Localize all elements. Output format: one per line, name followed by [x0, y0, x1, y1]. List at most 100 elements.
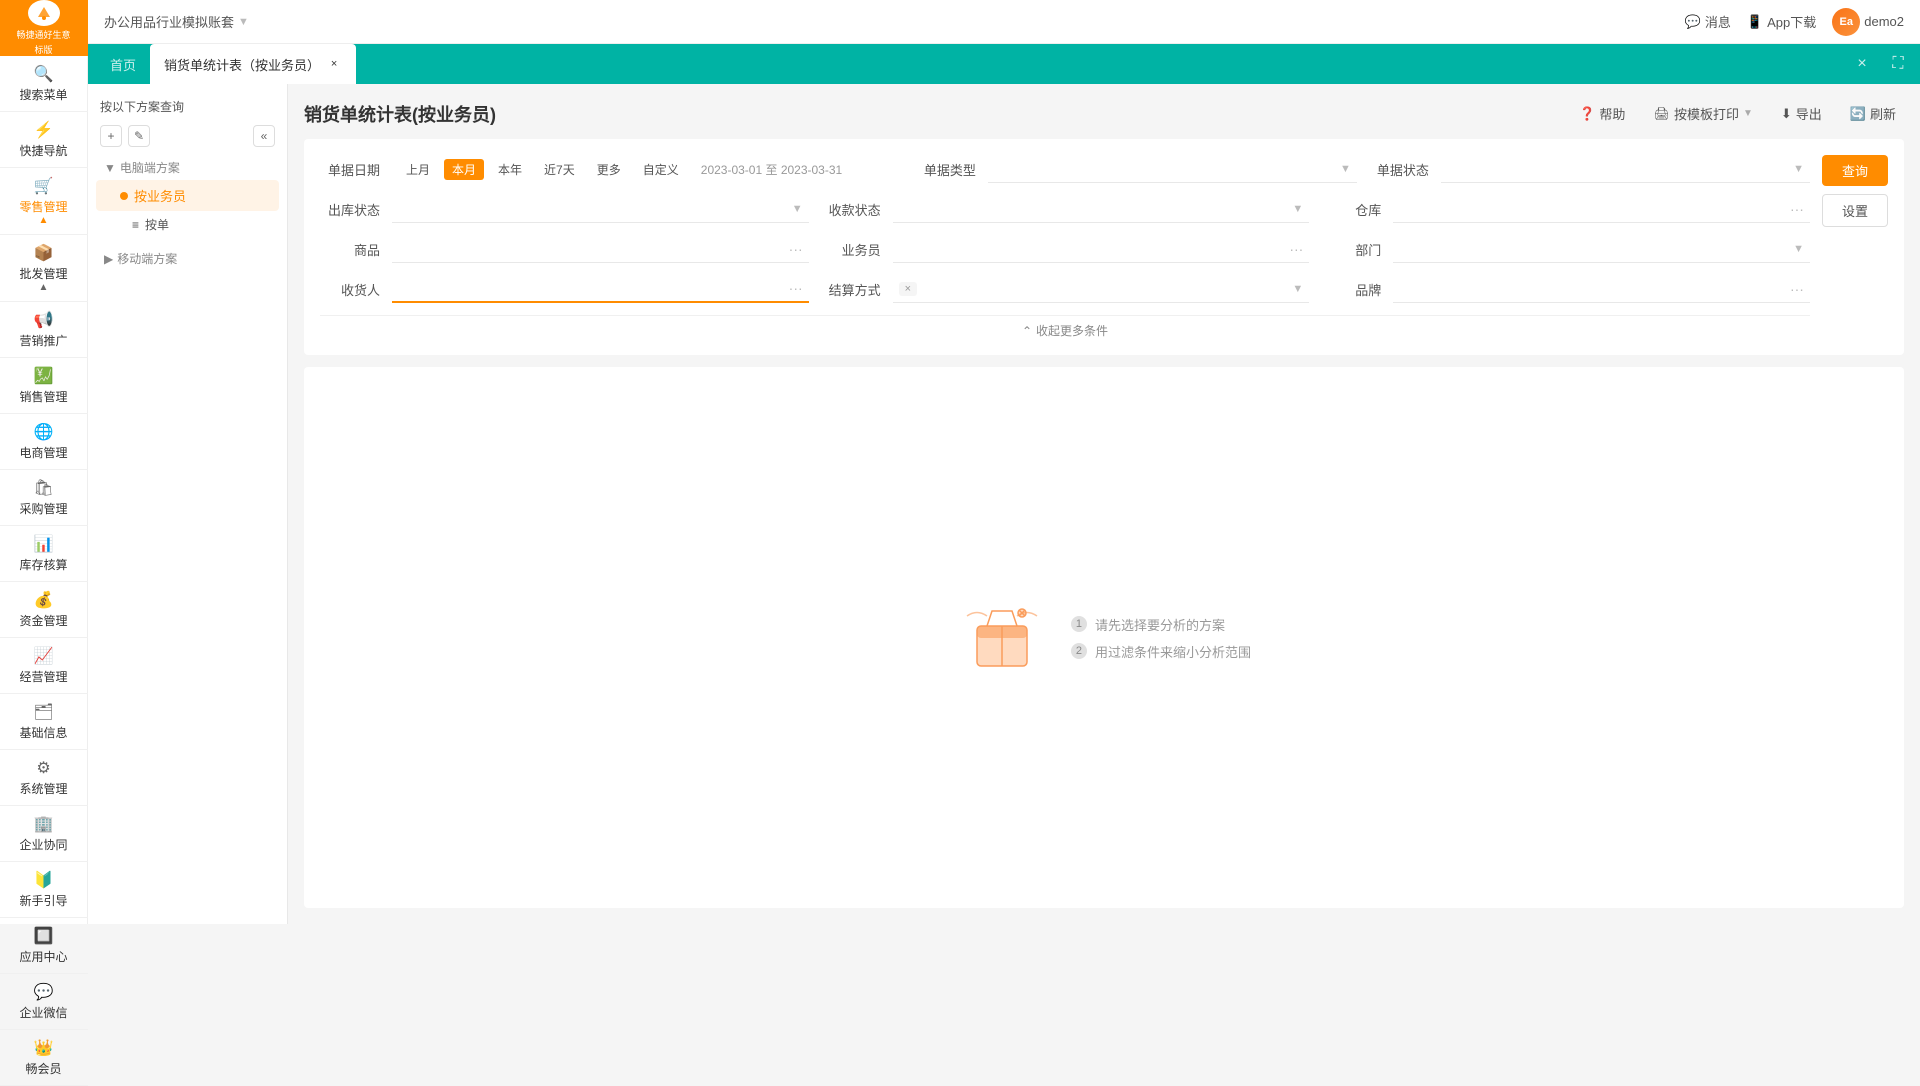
group2-label: ▶ 移动端方案 [96, 246, 279, 271]
sidebar-item-inventory[interactable]: 📊 库存核算 [0, 526, 88, 582]
goods-control[interactable]: ··· [392, 235, 809, 263]
brand-label: 品牌 [1321, 280, 1381, 299]
logo-icon [28, 0, 60, 26]
avatar-text: Ea [1840, 16, 1853, 28]
date-active-btn[interactable]: 本月 [444, 159, 484, 180]
receipt-status-control[interactable]: ▼ [893, 195, 1310, 223]
receiver-dots[interactable]: ··· [789, 280, 803, 296]
message-label: 消息 [1705, 12, 1731, 31]
dept-control[interactable]: ▼ [1393, 235, 1810, 263]
sidebar-item-company-label: 企业协同 [19, 836, 67, 853]
collapse-icon: ⌃ [1022, 324, 1032, 338]
sidebar-item-appstore[interactable]: 🔲 应用中心 [0, 918, 88, 974]
print-btn[interactable]: 🖨 按模板打印 ▼ [1645, 100, 1760, 127]
date-prev-btn[interactable]: 上月 [398, 159, 438, 180]
staff-control[interactable]: ··· [893, 235, 1310, 263]
receiver-control[interactable]: ··· [392, 275, 809, 303]
sidebar-item-quicknav[interactable]: ⚡ 快捷导航 [0, 112, 88, 168]
tabbar: 首页 销货单统计表（按业务员） × × ⛶ [88, 44, 1920, 84]
window-close-btn[interactable]: × [1848, 50, 1876, 78]
date-filter-control[interactable]: 上月 本月 本年 近7天 更多 自定义 2023-03-01 至 2023-03… [392, 155, 904, 183]
tab-home[interactable]: 首页 [96, 44, 150, 84]
window-expand-btn[interactable]: ⛶ [1884, 50, 1912, 78]
sidebar-item-business[interactable]: 📈 经营管理 [0, 638, 88, 694]
sidebar-item-retail[interactable]: 🛒 零售管理 ▲ [0, 168, 88, 235]
settle-tag: × [899, 282, 917, 296]
tip-item-2: 2 用过滤条件来缩小分析范围 [1071, 642, 1251, 661]
tab-sales-report[interactable]: 销货单统计表（按业务员） × [150, 44, 356, 84]
warehouse-dots[interactable]: ··· [1790, 201, 1804, 217]
date-year-btn[interactable]: 本年 [490, 159, 530, 180]
warehouse-control[interactable]: ··· [1393, 195, 1810, 223]
sidebar-item-retail-label: 零售管理 [19, 198, 67, 215]
sidebar-item-wholesale-label: 批发管理 [19, 265, 67, 282]
add-icon: + [107, 129, 114, 143]
refresh-btn[interactable]: 🔄 刷新 [1842, 100, 1904, 127]
account-switcher[interactable]: 办公用品行业模拟账套 ▼ [104, 12, 249, 31]
sidebar-item-base[interactable]: 🗂 基础信息 [0, 694, 88, 750]
edit-plan-btn[interactable]: ✎ [128, 125, 150, 147]
out-status-arrow: ▼ [792, 203, 803, 215]
filter-row-3: 商品 ··· 业务员 ··· 部门 ▼ [320, 235, 1810, 263]
plan-item-by-staff[interactable]: 按业务员 [96, 180, 279, 211]
sidebar-item-purchase[interactable]: 🛍 采购管理 [0, 470, 88, 526]
goods-dots[interactable]: ··· [789, 241, 803, 257]
out-status-control[interactable]: ▼ [392, 195, 809, 223]
app-download-btn[interactable]: 📱 App下载 [1747, 12, 1816, 31]
tab-sales-report-label: 销货单统计表（按业务员） [164, 55, 320, 74]
settings-btn[interactable]: 设置 [1822, 194, 1888, 227]
help-btn[interactable]: ❓ 帮助 [1571, 100, 1633, 127]
filter-row-2: 出库状态 ▼ 收款状态 ▼ 仓库 ··· [320, 195, 1810, 223]
staff-dots[interactable]: ··· [1289, 241, 1303, 257]
print-arrow: ▼ [1743, 108, 1753, 119]
message-btn[interactable]: 💬 消息 [1685, 12, 1731, 31]
dropdown-chevron-icon: ▼ [238, 16, 249, 28]
plan-item-staff-label: 按业务员 [134, 186, 186, 205]
date-custom-btn[interactable]: 自定义 [635, 159, 687, 180]
sidebar-item-sales[interactable]: 💹 销售管理 [0, 358, 88, 414]
sidebar-item-finance[interactable]: 💰 资金管理 [0, 582, 88, 638]
logo: 畅捷通好生意 标版 [0, 0, 88, 56]
collapse-more-btn[interactable]: ⌃ 收起更多条件 [320, 315, 1810, 339]
settle-control[interactable]: × ▼ [893, 275, 1310, 303]
left-panel: 按以下方案查询 + ✎ « ▼ 电脑端方案 [88, 84, 288, 924]
user-menu[interactable]: Ea demo2 [1832, 8, 1904, 36]
export-btn[interactable]: ⬇ 导出 [1773, 100, 1830, 127]
settle-tag-close[interactable]: × [905, 283, 911, 295]
collapse-panel-btn[interactable]: « [253, 125, 275, 147]
sidebar-item-system[interactable]: ⚙ 系统管理 [0, 750, 88, 806]
page-header: 销货单统计表(按业务员) ❓ 帮助 🖨 按模板打印 ▼ ⬇ 导出 [304, 100, 1904, 127]
tab-close-icon[interactable]: × [326, 56, 342, 72]
sidebar-item-search[interactable]: 🔍 搜索菜单 [0, 56, 88, 112]
date-more-btn[interactable]: 更多 [589, 159, 629, 180]
tip2-text: 用过滤条件来缩小分析范围 [1095, 642, 1251, 661]
sidebar-item-guide[interactable]: 🔰 新手引导 [0, 862, 88, 918]
doc-type-label: 单据类型 [916, 160, 976, 179]
dept-arrow: ▼ [1793, 243, 1804, 255]
doc-status-control[interactable]: ▼ [1441, 155, 1810, 183]
doc-type-control[interactable]: ▼ [988, 155, 1357, 183]
sidebar-item-wholesale[interactable]: 📦 批发管理 ▲ [0, 235, 88, 302]
refresh-icon: 🔄 [1850, 106, 1866, 122]
brand-control[interactable]: ··· [1393, 275, 1810, 303]
sidebar-item-marketing[interactable]: 📢 营销推广 [0, 302, 88, 358]
member-icon: 👑 [34, 1038, 54, 1058]
brand-dots[interactable]: ··· [1790, 281, 1804, 297]
sidebar-item-member[interactable]: 👑 畅会员 [0, 1030, 88, 1086]
doc-type-arrow: ▼ [1340, 163, 1351, 175]
sidebar-item-ecom[interactable]: 🌐 电商管理 [0, 414, 88, 470]
avatar: Ea [1832, 8, 1860, 36]
sidebar-item-company[interactable]: 🏢 企业协同 [0, 806, 88, 862]
date-7days-btn[interactable]: 近7天 [536, 159, 583, 180]
sidebar-item-wechat[interactable]: 💬 企业微信 [0, 974, 88, 1030]
filter-row-4: 收货人 ··· 结算方式 × ▼ 品牌 [320, 275, 1810, 303]
appstore-icon: 🔲 [34, 926, 54, 946]
filter-area: 单据日期 上月 本月 本年 近7天 更多 自定义 2023-03-01 至 20… [304, 139, 1904, 355]
export-icon: ⬇ [1781, 106, 1792, 122]
group2-arrow: ▶ [104, 252, 113, 266]
active-dot [120, 192, 128, 200]
plan-item-by-order[interactable]: ≡ 按单 [96, 211, 279, 238]
group1-name: 电脑端方案 [120, 159, 180, 176]
search-btn[interactable]: 查询 [1822, 155, 1888, 186]
add-plan-btn[interactable]: + [100, 125, 122, 147]
